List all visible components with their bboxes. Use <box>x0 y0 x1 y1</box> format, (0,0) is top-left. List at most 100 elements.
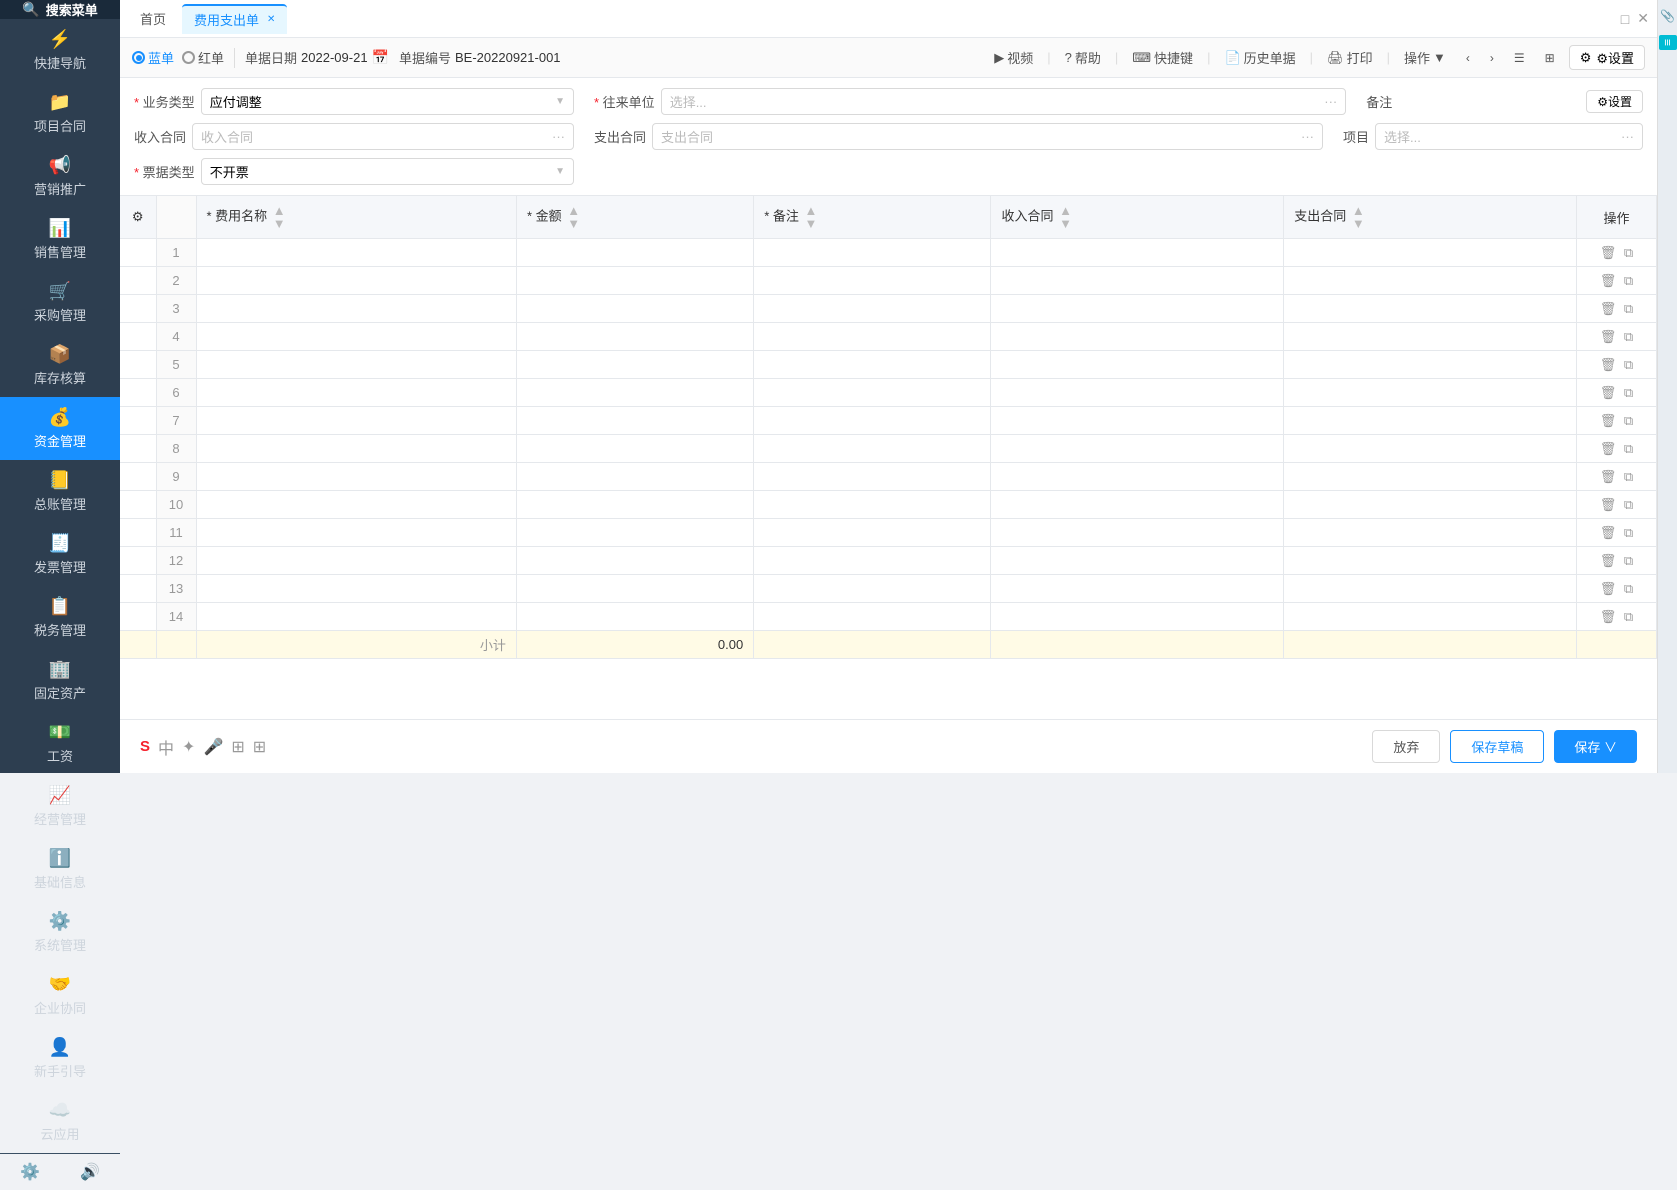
cell-expense-contract-13[interactable] <box>1284 575 1577 603</box>
cell-amount-8[interactable] <box>516 435 753 463</box>
copy-icon-7[interactable]: ⧉ <box>1624 413 1633 428</box>
copy-icon-6[interactable]: ⧉ <box>1624 385 1633 400</box>
cell-note-9[interactable] <box>754 463 991 491</box>
delete-icon-9[interactable]: 🗑 <box>1600 469 1617 484</box>
cell-note-6[interactable] <box>754 379 991 407</box>
tab-home[interactable]: 首页 <box>128 4 178 34</box>
sidebar-item-marketing[interactable]: 📢 营销推广 <box>0 145 120 208</box>
cell-note-2[interactable] <box>754 267 991 295</box>
cell-amount-13[interactable] <box>516 575 753 603</box>
cell-expense-name-12[interactable] <box>196 547 516 575</box>
delete-icon-6[interactable]: 🗑 <box>1600 385 1617 400</box>
tab-expense-sheet[interactable]: 费用支出单 ✕ <box>182 4 287 34</box>
nav-prev[interactable]: ‹ <box>1460 49 1476 67</box>
cell-note-3[interactable] <box>754 295 991 323</box>
cell-income-contract-6[interactable] <box>991 379 1284 407</box>
cell-income-contract-2[interactable] <box>991 267 1284 295</box>
footer-icon-2[interactable]: ✦ <box>182 737 195 757</box>
view-grid[interactable]: ⊞ <box>1539 49 1561 67</box>
window-maximize[interactable]: □ <box>1621 11 1629 27</box>
settings-icon[interactable]: ⚙️ <box>20 1162 40 1182</box>
sidebar-item-finance[interactable]: 💰 资金管理 <box>0 397 120 460</box>
speaker-icon[interactable]: 🔊 <box>80 1162 100 1182</box>
copy-icon-11[interactable]: ⧉ <box>1624 525 1633 540</box>
cell-amount-14[interactable] <box>516 603 753 631</box>
cell-expense-contract-8[interactable] <box>1284 435 1577 463</box>
action-video[interactable]: ▶ 视频 <box>988 46 1039 69</box>
sidebar-item-project-contract[interactable]: 📁 项目合同 <box>0 82 120 145</box>
calendar-icon[interactable]: 📅 <box>372 49 389 66</box>
form-settings-button[interactable]: ⚙设置 <box>1586 90 1643 113</box>
action-shortcut[interactable]: ⌨ 快捷键 <box>1126 46 1199 69</box>
cell-expense-contract-2[interactable] <box>1284 267 1577 295</box>
cell-expense-contract-11[interactable] <box>1284 519 1577 547</box>
view-list[interactable]: ☰ <box>1508 49 1531 67</box>
cell-amount-4[interactable] <box>516 323 753 351</box>
copy-icon-4[interactable]: ⧉ <box>1624 329 1633 344</box>
delete-icon-5[interactable]: 🗑 <box>1600 357 1617 372</box>
project-input[interactable]: 选择... ··· <box>1375 123 1643 150</box>
cell-income-contract-1[interactable] <box>991 239 1284 267</box>
radio-red[interactable]: 红单 <box>182 48 224 67</box>
nav-next[interactable]: › <box>1484 49 1500 67</box>
footer-icon-1[interactable]: 中 <box>158 735 174 759</box>
action-more[interactable]: 操作 ▼ <box>1398 46 1452 69</box>
right-panel-btn-2[interactable]: ≡ <box>1659 35 1677 50</box>
th-settings[interactable]: ⚙ <box>120 196 156 239</box>
sidebar-item-quick-nav[interactable]: ⚡ 快捷导航 <box>0 19 120 82</box>
cell-expense-name-11[interactable] <box>196 519 516 547</box>
cell-note-5[interactable] <box>754 351 991 379</box>
cell-expense-name-9[interactable] <box>196 463 516 491</box>
cell-note-7[interactable] <box>754 407 991 435</box>
copy-icon-12[interactable]: ⧉ <box>1624 553 1633 568</box>
delete-icon-4[interactable]: 🗑 <box>1600 329 1617 344</box>
cell-income-contract-8[interactable] <box>991 435 1284 463</box>
cell-income-contract-13[interactable] <box>991 575 1284 603</box>
copy-icon-9[interactable]: ⧉ <box>1624 469 1633 484</box>
cell-amount-10[interactable] <box>516 491 753 519</box>
cell-expense-name-8[interactable] <box>196 435 516 463</box>
th-expense-contract[interactable]: 支出合同 ▲▼ <box>1284 196 1577 239</box>
delete-icon-2[interactable]: 🗑 <box>1600 273 1617 288</box>
footer-icon-5[interactable]: ⊞ <box>253 737 266 757</box>
delete-icon-11[interactable]: 🗑 <box>1600 525 1617 540</box>
copy-icon-3[interactable]: ⧉ <box>1624 301 1633 316</box>
copy-icon-5[interactable]: ⧉ <box>1624 357 1633 372</box>
radio-blue[interactable]: 蓝单 <box>132 48 174 67</box>
cell-expense-contract-14[interactable] <box>1284 603 1577 631</box>
th-expense-name[interactable]: * 费用名称 ▲▼ <box>196 196 516 239</box>
delete-icon-7[interactable]: 🗑 <box>1600 413 1617 428</box>
cell-income-contract-11[interactable] <box>991 519 1284 547</box>
delete-icon-14[interactable]: 🗑 <box>1600 609 1617 624</box>
cell-expense-name-1[interactable] <box>196 239 516 267</box>
sidebar-item-newcomer[interactable]: 👤 新手引导 <box>0 1027 120 1090</box>
cell-amount-7[interactable] <box>516 407 753 435</box>
footer-icon-4[interactable]: ⊞ <box>231 737 244 757</box>
cell-note-11[interactable] <box>754 519 991 547</box>
action-history[interactable]: 📄 历史单据 <box>1218 46 1301 69</box>
sidebar-item-system[interactable]: ⚙️ 系统管理 <box>0 901 120 964</box>
cell-expense-contract-9[interactable] <box>1284 463 1577 491</box>
cell-note-8[interactable] <box>754 435 991 463</box>
cell-income-contract-3[interactable] <box>991 295 1284 323</box>
partner-input[interactable]: 选择... ··· <box>661 88 1347 115</box>
cell-amount-2[interactable] <box>516 267 753 295</box>
cell-note-4[interactable] <box>754 323 991 351</box>
cell-expense-name-3[interactable] <box>196 295 516 323</box>
cell-expense-contract-7[interactable] <box>1284 407 1577 435</box>
delete-icon-10[interactable]: 🗑 <box>1600 497 1617 512</box>
cell-expense-name-13[interactable] <box>196 575 516 603</box>
sidebar-item-purchase[interactable]: 🛒 采购管理 <box>0 271 120 334</box>
th-amount[interactable]: * 金额 ▲▼ <box>516 196 753 239</box>
cell-income-contract-4[interactable] <box>991 323 1284 351</box>
cell-income-contract-5[interactable] <box>991 351 1284 379</box>
cell-amount-9[interactable] <box>516 463 753 491</box>
delete-icon-8[interactable]: 🗑 <box>1600 441 1617 456</box>
footer-icon-3[interactable]: 🎤 <box>203 737 223 757</box>
save-button[interactable]: 保存 ∨ <box>1554 730 1637 763</box>
delete-icon-13[interactable]: 🗑 <box>1600 581 1617 596</box>
sidebar-item-enterprise[interactable]: 🤝 企业协同 <box>0 964 120 1027</box>
cell-income-contract-10[interactable] <box>991 491 1284 519</box>
copy-icon-8[interactable]: ⧉ <box>1624 441 1633 456</box>
cell-expense-name-6[interactable] <box>196 379 516 407</box>
